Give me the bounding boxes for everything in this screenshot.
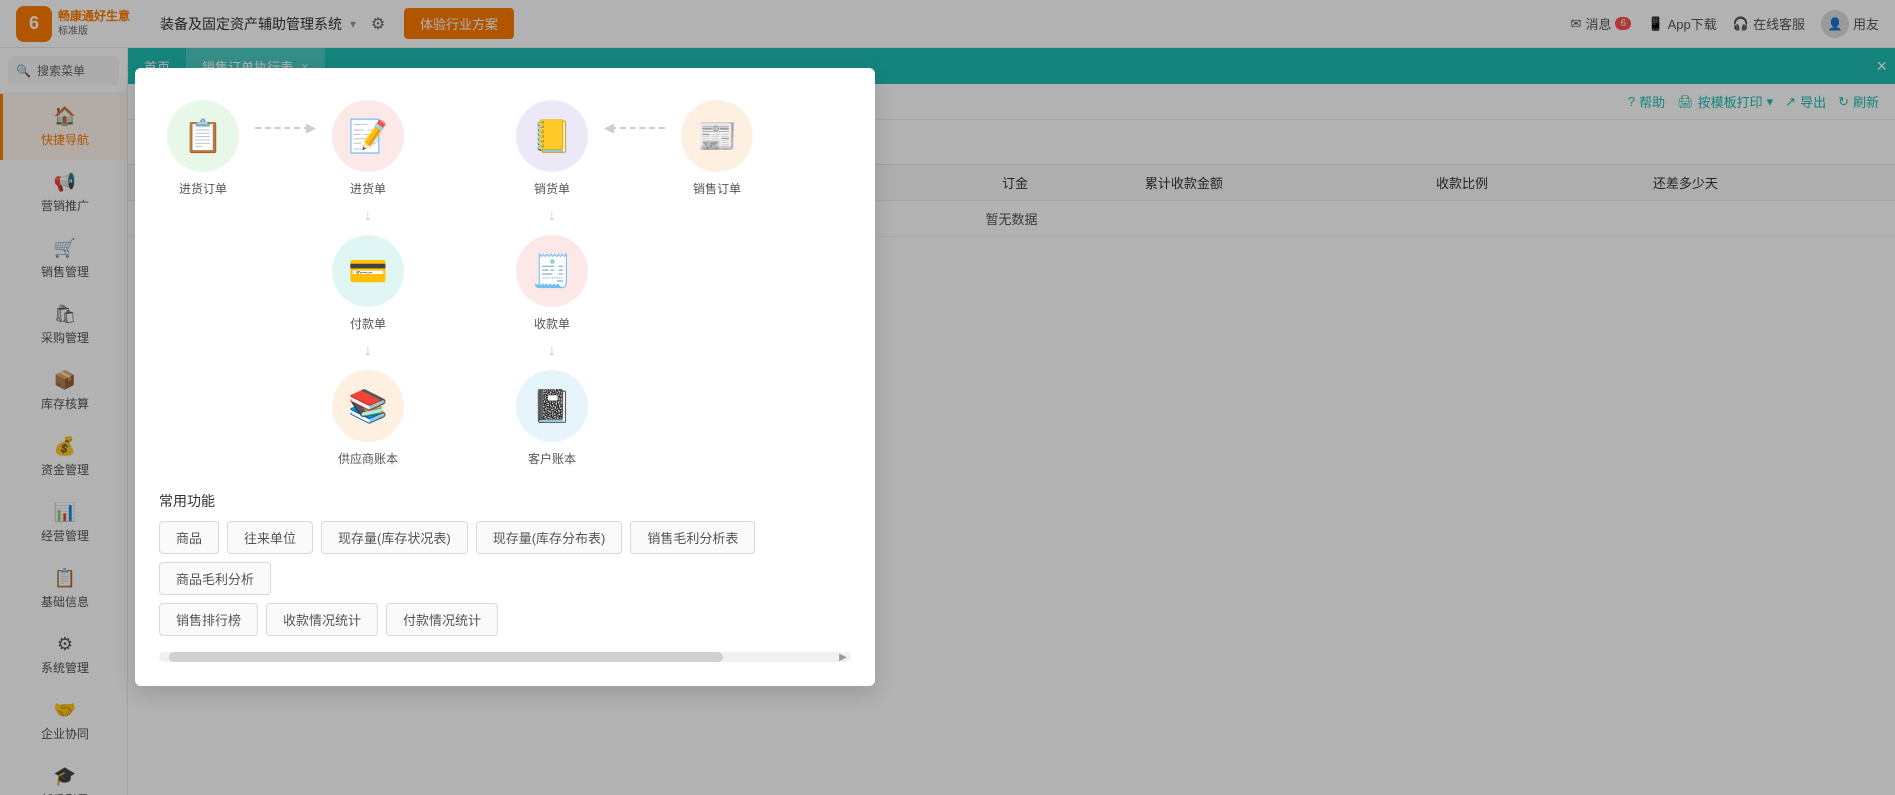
arrow-sales-bill-down: ↓ — [548, 205, 556, 227]
func-btn-sales-rank[interactable]: 销售排行榜 — [159, 603, 258, 636]
common-functions-title: 常用功能 — [159, 491, 851, 511]
func-btn-payment-stats[interactable]: 付款情况统计 — [386, 603, 498, 636]
flow-sales-bill-node[interactable]: 📒 销货单 — [508, 92, 596, 205]
purchase-bill-circle: 📝 — [332, 100, 404, 172]
supplier-account-circle: 📚 — [332, 370, 404, 442]
flow-sales-order-col: 📰 销售订单 — [673, 92, 761, 205]
func-btn-contacts[interactable]: 往来单位 — [227, 521, 313, 554]
func-btn-goods-profit[interactable]: 商品毛利分析 — [159, 562, 271, 595]
flow-purchase-order-col: 📋 进货订单 — [159, 92, 247, 205]
flow-diagram: 📋 进货订单 ▶ 📝 进货单 ↓ — [159, 92, 851, 475]
purchase-bill-label: 进货单 — [350, 180, 386, 197]
func-btn-sales-profit[interactable]: 销售毛利分析表 — [630, 521, 755, 554]
sales-bill-label: 销货单 — [534, 180, 570, 197]
flow-sales-bill-col: 📒 销货单 ↓ 🧾 收款单 ↓ 📓 — [508, 92, 596, 475]
supplier-account-label: 供应商账本 — [338, 450, 398, 467]
flow-sales-order-node[interactable]: 📰 销售订单 — [673, 92, 761, 205]
modal-overlay[interactable]: 📋 进货订单 ▶ 📝 进货单 ↓ — [0, 0, 1895, 795]
arrow-sales-order-to-bill: ◀ — [604, 92, 665, 136]
modal-scrollbar[interactable]: ▶ — [159, 652, 851, 662]
flow-payment-bill-node[interactable]: 💳 付款单 — [324, 227, 412, 340]
sales-order-circle: 📰 — [681, 100, 753, 172]
modal-scrollbar-thumb — [169, 652, 723, 662]
receipt-bill-circle: 🧾 — [516, 235, 588, 307]
func-btn-goods[interactable]: 商品 — [159, 521, 219, 554]
customer-account-label: 客户账本 — [528, 450, 576, 467]
arrow-receipt-down: ↓ — [548, 340, 556, 362]
purchase-order-label: 进货订单 — [179, 180, 227, 197]
payment-bill-circle: 💳 — [332, 235, 404, 307]
flow-purchase-order-node[interactable]: 📋 进货订单 — [159, 92, 247, 205]
modal-scrollbar-arrow-right[interactable]: ▶ — [835, 652, 851, 662]
arrow-purchase-to-bill: ▶ — [255, 92, 316, 136]
func-btn-inventory-status[interactable]: 现存量(库存状况表) — [321, 521, 468, 554]
sales-bill-circle: 📒 — [516, 100, 588, 172]
flow-customer-account-node[interactable]: 📓 客户账本 — [508, 362, 596, 475]
flow-purchase-bill-col: 📝 进货单 ↓ 💳 付款单 ↓ 📚 — [324, 92, 412, 475]
customer-account-circle: 📓 — [516, 370, 588, 442]
flow-purchase-bill-node[interactable]: 📝 进货单 — [324, 92, 412, 205]
quick-nav-modal: 📋 进货订单 ▶ 📝 进货单 ↓ — [135, 68, 875, 686]
arrow-payment-down: ↓ — [364, 340, 372, 362]
common-functions: 常用功能 商品 往来单位 现存量(库存状况表) 现存量(库存分布表) 销售毛利分… — [159, 491, 851, 636]
payment-bill-label: 付款单 — [350, 315, 386, 332]
function-buttons-row1: 商品 往来单位 现存量(库存状况表) 现存量(库存分布表) 销售毛利分析表 商品… — [159, 521, 851, 595]
receipt-bill-label: 收款单 — [534, 315, 570, 332]
flow-supplier-account-node[interactable]: 📚 供应商账本 — [324, 362, 412, 475]
flow-receipt-bill-node[interactable]: 🧾 收款单 — [508, 227, 596, 340]
function-buttons-row2: 销售排行榜 收款情况统计 付款情况统计 — [159, 603, 851, 636]
purchase-order-circle: 📋 — [167, 100, 239, 172]
arrow-bill-down: ↓ — [364, 205, 372, 227]
sales-order-label: 销售订单 — [693, 180, 741, 197]
func-btn-inventory-dist[interactable]: 现存量(库存分布表) — [476, 521, 623, 554]
func-btn-receipt-stats[interactable]: 收款情况统计 — [266, 603, 378, 636]
